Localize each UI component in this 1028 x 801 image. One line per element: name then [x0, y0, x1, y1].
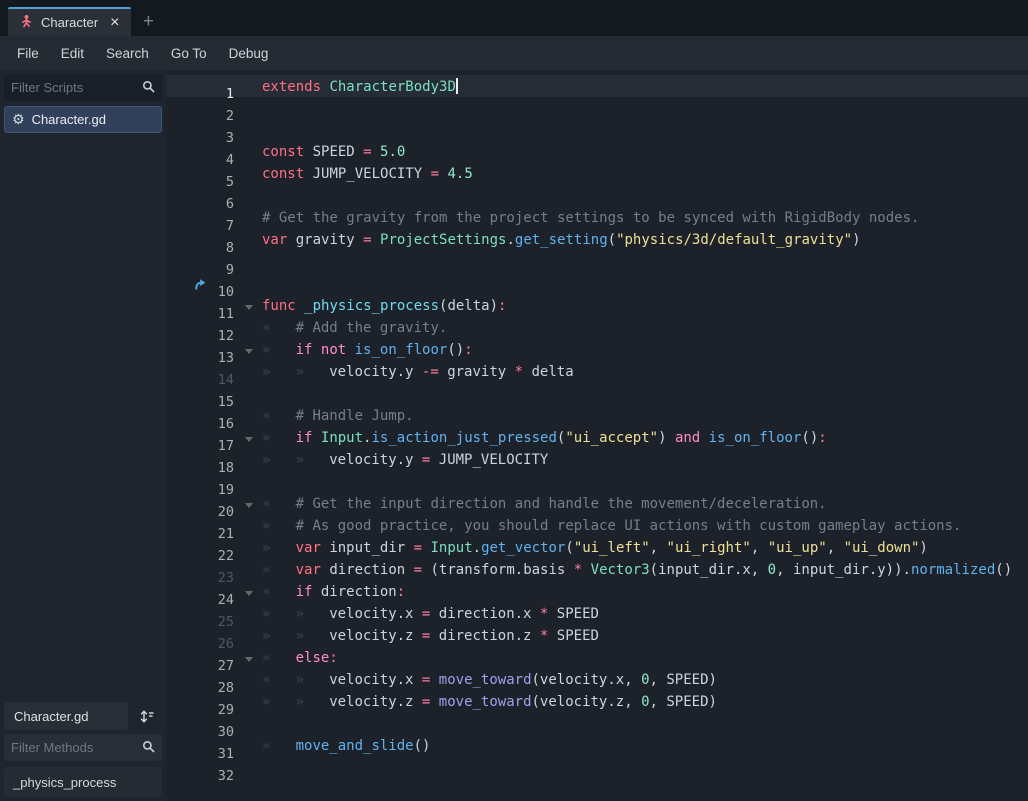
menu-item-file[interactable]: File	[6, 46, 50, 61]
code-text: »»velocity.z = move_toward(velocity.z, 0…	[262, 694, 1028, 710]
code-line[interactable]: 31 »move_and_slide()	[166, 735, 1028, 757]
line-number: 32	[218, 768, 234, 784]
search-icon	[142, 740, 155, 756]
code-line[interactable]: 17 »if Input.is_action_just_pressed("ui_…	[166, 427, 1028, 449]
code-line[interactable]: 32	[166, 757, 1028, 779]
code-line[interactable]: 12 »# Add the gravity.	[166, 317, 1028, 339]
code-line[interactable]: 27 »else:	[166, 647, 1028, 669]
filter-methods-placeholder: Filter Methods	[11, 740, 93, 755]
script-list-item-character[interactable]: ⚙ Character.gd	[4, 106, 162, 133]
code-text: # Get the gravity from the project setti…	[262, 210, 1028, 226]
method-list-item-physics-process[interactable]: _physics_process	[4, 767, 162, 797]
code-line[interactable]: 1 extends CharacterBody3D	[166, 75, 1028, 97]
code-line[interactable]: 9	[166, 251, 1028, 273]
tab-label: Character	[41, 15, 98, 30]
filter-methods-input[interactable]: Filter Methods	[4, 734, 162, 761]
scripts-sidebar: Filter Scripts ⚙ Character.gd Character.…	[0, 70, 166, 801]
code-line[interactable]: 25 »»velocity.x = direction.x * SPEED	[166, 603, 1028, 625]
menu-item-goto[interactable]: Go To	[160, 46, 218, 61]
code-text: const JUMP_VELOCITY = 4.5	[262, 166, 1028, 182]
code-text: »»velocity.x = move_toward(velocity.x, 0…	[262, 672, 1028, 688]
filter-scripts-placeholder: Filter Scripts	[11, 80, 83, 95]
tab-character[interactable]: Character ×	[8, 7, 131, 36]
code-line[interactable]: 14 »»velocity.y -= gravity * delta	[166, 361, 1028, 383]
code-line[interactable]: 22 »var input_dir = Input.get_vector("ui…	[166, 537, 1028, 559]
fold-chevron-icon[interactable]	[245, 437, 253, 442]
code-line[interactable]: 3	[166, 119, 1028, 141]
current-script-label: Character.gd	[4, 702, 128, 730]
code-text: »# Handle Jump.	[262, 408, 1028, 424]
filter-scripts-input[interactable]: Filter Scripts	[4, 74, 162, 101]
code-line[interactable]: 16 »# Handle Jump.	[166, 405, 1028, 427]
code-line[interactable]: 13 »if not is_on_floor():	[166, 339, 1028, 361]
code-line[interactable]: 30	[166, 713, 1028, 735]
tab-close-icon[interactable]: ×	[110, 15, 119, 31]
menu-item-edit[interactable]: Edit	[50, 46, 95, 61]
code-lines: 1 extends CharacterBody3D 2	[166, 75, 1028, 779]
character-body-icon	[20, 14, 33, 31]
code-line[interactable]: 6	[166, 185, 1028, 207]
code-editor[interactable]: 1 extends CharacterBody3D 2	[166, 70, 1028, 801]
text-caret	[456, 78, 458, 94]
code-line[interactable]: 24 »if direction:	[166, 581, 1028, 603]
code-line[interactable]: 11 func _physics_process(delta):	[166, 295, 1028, 317]
search-icon	[142, 80, 155, 96]
code-line[interactable]: 4 const SPEED = 5.0	[166, 141, 1028, 163]
code-text: const SPEED = 5.0	[262, 144, 1028, 160]
sort-icon	[139, 709, 155, 724]
code-text: »»velocity.y = JUMP_VELOCITY	[262, 452, 1028, 468]
script-list-empty-area	[2, 136, 164, 700]
code-line[interactable]: 2	[166, 97, 1028, 119]
code-line[interactable]: 19	[166, 471, 1028, 493]
code-text: »»velocity.y -= gravity * delta	[262, 364, 1028, 380]
code-text: var gravity = ProjectSettings.get_settin…	[262, 232, 1028, 248]
code-text: »else:	[262, 650, 1028, 666]
code-text: »var input_dir = Input.get_vector("ui_le…	[262, 540, 1028, 556]
code-line[interactable]: 18 »»velocity.y = JUMP_VELOCITY	[166, 449, 1028, 471]
code-line[interactable]: 8 var gravity = ProjectSettings.get_sett…	[166, 229, 1028, 251]
menu-bar: File Edit Search Go To Debug	[0, 36, 1028, 70]
code-text: »»velocity.z = direction.z * SPEED	[262, 628, 1028, 644]
fold-chevron-icon[interactable]	[245, 591, 253, 596]
code-text: »if not is_on_floor():	[262, 342, 1028, 358]
menu-item-search[interactable]: Search	[95, 46, 160, 61]
code-line[interactable]: 28 »»velocity.x = move_toward(velocity.x…	[166, 669, 1028, 691]
tab-bar: Character × +	[0, 0, 1028, 36]
code-text: »move_and_slide()	[262, 738, 1028, 754]
line-number-gutter[interactable]: 32	[166, 736, 236, 800]
tab-add-button[interactable]: +	[131, 7, 165, 36]
code-line[interactable]: 26 »»velocity.z = direction.z * SPEED	[166, 625, 1028, 647]
code-text: extends CharacterBody3D	[262, 78, 1028, 95]
code-text: »if direction:	[262, 584, 1028, 600]
menu-item-debug[interactable]: Debug	[218, 46, 280, 61]
fold-chevron-icon[interactable]	[245, 503, 253, 508]
code-line[interactable]: 15	[166, 383, 1028, 405]
code-text: »»velocity.x = direction.x * SPEED	[262, 606, 1028, 622]
code-line[interactable]: 20 »# Get the input direction and handle…	[166, 493, 1028, 515]
sort-methods-button[interactable]	[132, 702, 162, 730]
code-line[interactable]: 5 const JUMP_VELOCITY = 4.5	[166, 163, 1028, 185]
code-line[interactable]: 23 »var direction = (transform.basis * V…	[166, 559, 1028, 581]
code-line[interactable]: 29 »»velocity.z = move_toward(velocity.z…	[166, 691, 1028, 713]
code-line[interactable]: 10	[166, 273, 1028, 295]
code-text: »# Add the gravity.	[262, 320, 1028, 336]
fold-chevron-icon[interactable]	[245, 305, 253, 310]
gear-icon: ⚙	[12, 113, 25, 127]
fold-chevron-icon[interactable]	[245, 657, 253, 662]
code-text: »if Input.is_action_just_pressed("ui_acc…	[262, 430, 1028, 446]
method-override-icon	[194, 278, 207, 291]
code-text: »# As good practice, you should replace …	[262, 518, 1028, 534]
code-line[interactable]: 7 # Get the gravity from the project set…	[166, 207, 1028, 229]
code-line[interactable]: 21 »# As good practice, you should repla…	[166, 515, 1028, 537]
code-text: »# Get the input direction and handle th…	[262, 496, 1028, 512]
script-item-label: Character.gd	[32, 112, 106, 127]
code-text: »var direction = (transform.basis * Vect…	[262, 562, 1028, 578]
fold-chevron-icon[interactable]	[245, 349, 253, 354]
code-text: func _physics_process(delta):	[262, 298, 1028, 314]
